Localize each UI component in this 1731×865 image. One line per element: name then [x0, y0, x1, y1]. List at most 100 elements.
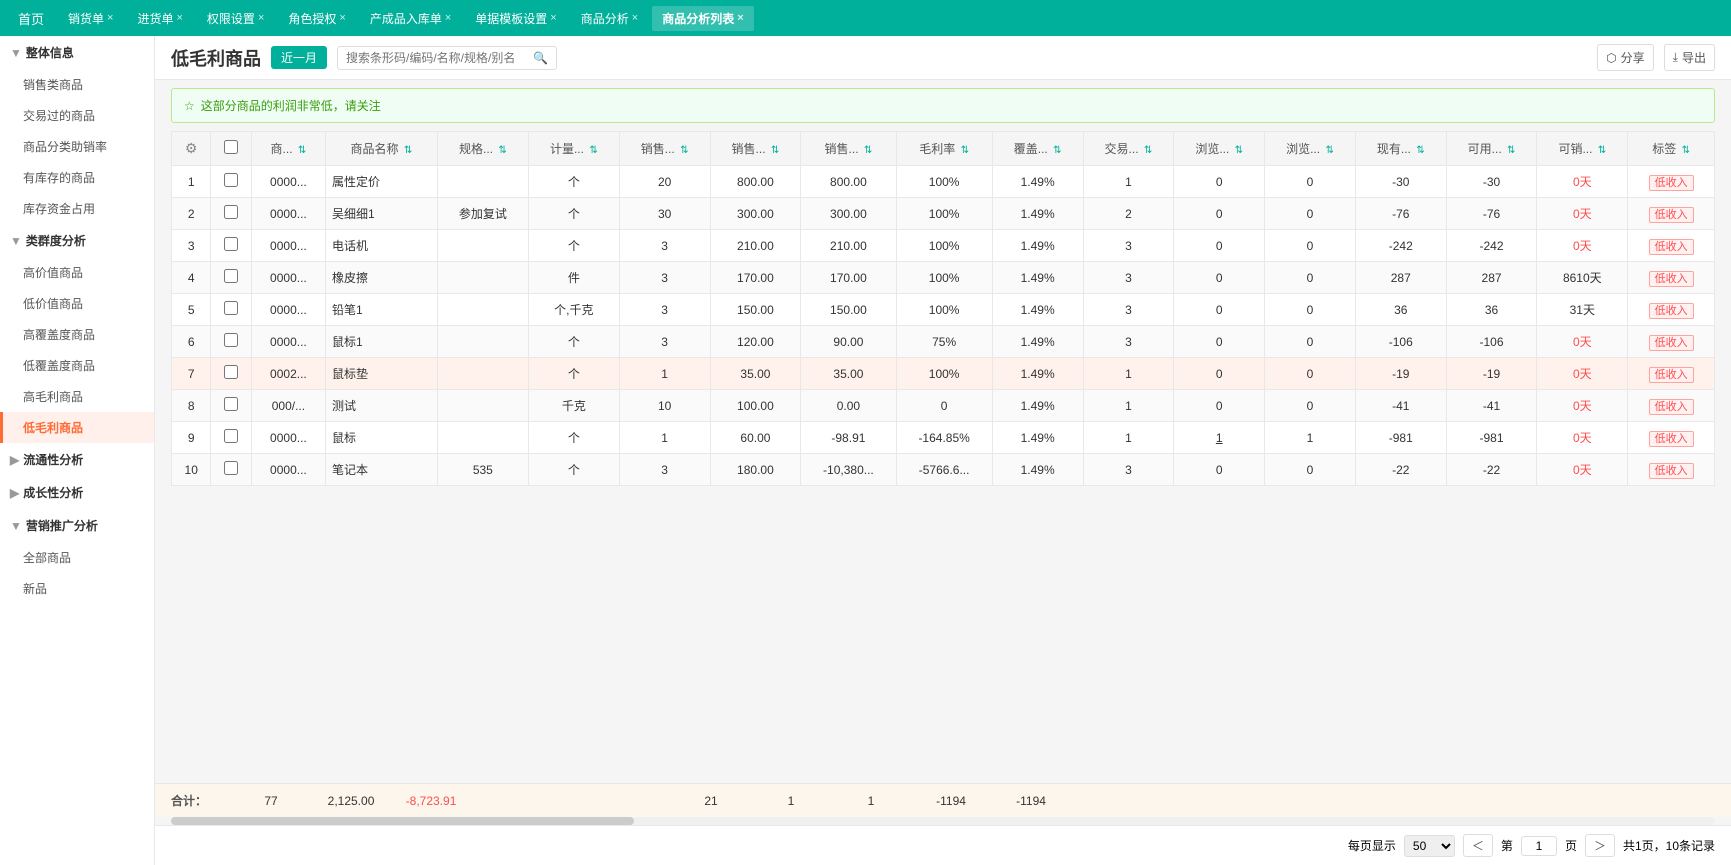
row-name: 电话机	[326, 230, 438, 262]
sidebar-item-high-margin[interactable]: 高毛利商品	[0, 381, 154, 412]
row-checkbox-cell[interactable]	[211, 358, 251, 390]
nav-purchase[interactable]: 进货单 ×	[127, 6, 192, 31]
row-checkbox-cell[interactable]	[211, 262, 251, 294]
row-checkbox-cell[interactable]	[211, 294, 251, 326]
row-checkbox[interactable]	[224, 365, 238, 379]
sidebar-item-stock-capital[interactable]: 库存资金占用	[0, 193, 154, 224]
col-sales-amount[interactable]: 销售... ⇅	[801, 132, 896, 166]
row-checkbox-cell[interactable]	[211, 198, 251, 230]
col-gross-rate[interactable]: 毛利率 ⇅	[896, 132, 992, 166]
sidebar-item-sales-goods[interactable]: 销售类商品	[0, 69, 154, 100]
col-sellable[interactable]: 可销... ⇅	[1537, 132, 1628, 166]
row-sales-price: 35.00	[710, 358, 801, 390]
search-icon[interactable]: 🔍	[533, 51, 548, 65]
sidebar-item-high-coverage[interactable]: 高覆盖度商品	[0, 319, 154, 350]
row-gross-rate: -164.85%	[896, 422, 992, 454]
row-checkbox[interactable]	[224, 269, 238, 283]
sidebar-item-low-margin[interactable]: 低毛利商品	[0, 412, 154, 443]
row-checkbox[interactable]	[224, 333, 238, 347]
row-checkbox[interactable]	[224, 429, 238, 443]
nav-close-templates[interactable]: ×	[550, 12, 556, 24]
sidebar-section-marketing[interactable]: ▼ 营销推广分析	[0, 509, 154, 542]
nav-analysis-list[interactable]: 商品分析列表 ×	[652, 6, 753, 31]
sidebar-item-stock-goods[interactable]: 有库存的商品	[0, 162, 154, 193]
row-sales-price: 120.00	[710, 326, 801, 358]
sidebar-section-overall[interactable]: ▼ 整体信息	[0, 36, 154, 69]
row-checkbox-cell[interactable]	[211, 230, 251, 262]
col-spec[interactable]: 规格... ⇅	[437, 132, 528, 166]
nav-templates[interactable]: 单据模板设置 ×	[465, 6, 566, 31]
col-browse2[interactable]: 浏览... ⇅	[1265, 132, 1356, 166]
nav-roles[interactable]: 角色授权 ×	[278, 6, 355, 31]
row-checkbox[interactable]	[224, 397, 238, 411]
row-checkbox[interactable]	[224, 461, 238, 475]
row-unit: 个	[528, 358, 619, 390]
row-checkbox-cell[interactable]	[211, 422, 251, 454]
nav-home[interactable]: 首页	[8, 5, 54, 32]
sidebar-section-growth[interactable]: ▶ 成长性分析	[0, 476, 154, 509]
row-checkbox-cell[interactable]	[211, 326, 251, 358]
nav-analysis[interactable]: 商品分析 ×	[571, 6, 648, 31]
row-checkbox-cell[interactable]	[211, 390, 251, 422]
nav-close-analysis[interactable]: ×	[632, 12, 638, 24]
per-page-select[interactable]: 50 100 200	[1404, 835, 1455, 857]
col-settings[interactable]: ⚙	[172, 132, 211, 166]
col-browse1[interactable]: 浏览... ⇅	[1174, 132, 1265, 166]
nav-products[interactable]: 产成品入库单 ×	[360, 6, 461, 31]
row-current: -981	[1355, 422, 1446, 454]
settings-icon[interactable]: ⚙	[185, 140, 198, 156]
row-checkbox[interactable]	[224, 205, 238, 219]
sidebar-item-low-coverage[interactable]: 低覆盖度商品	[0, 350, 154, 381]
nav-close-analysis-list[interactable]: ×	[737, 12, 743, 24]
nav-close-sales[interactable]: ×	[107, 12, 113, 24]
sidebar-item-traded-goods[interactable]: 交易过的商品	[0, 100, 154, 131]
prev-page-button[interactable]: ＜	[1463, 834, 1493, 857]
sidebar-section-cluster[interactable]: ▼ 类群度分析	[0, 224, 154, 257]
nav-sales[interactable]: 销货单 ×	[58, 6, 123, 31]
col-code[interactable]: 商... ⇅	[251, 132, 325, 166]
search-input[interactable]	[346, 51, 528, 65]
horizontal-scrollbar[interactable]	[171, 817, 1715, 825]
col-available[interactable]: 可用... ⇅	[1446, 132, 1537, 166]
col-checkbox[interactable]	[211, 132, 251, 166]
nav-close-permissions[interactable]: ×	[258, 12, 264, 24]
sidebar-item-low-value[interactable]: 低价值商品	[0, 288, 154, 319]
row-available: -106	[1446, 326, 1537, 358]
footer-trade: 21	[671, 794, 751, 808]
row-spec	[437, 262, 528, 294]
row-browse1[interactable]: 1	[1174, 422, 1265, 454]
col-name[interactable]: 商品名称 ⇅	[326, 132, 438, 166]
sidebar-section-flow[interactable]: ▶ 流通性分析	[0, 443, 154, 476]
col-cover-rate[interactable]: 覆盖... ⇅	[992, 132, 1083, 166]
sidebar-item-category-rate[interactable]: 商品分类助销率	[0, 131, 154, 162]
col-sales-price[interactable]: 销售... ⇅	[710, 132, 801, 166]
scroll-thumb[interactable]	[171, 817, 634, 825]
col-unit[interactable]: 计量... ⇅	[528, 132, 619, 166]
nav-close-products[interactable]: ×	[445, 12, 451, 24]
footer-cells: 77 2,125.00 -8,723.91 21 1 1 -1194 -1194	[231, 794, 1071, 808]
sidebar-item-high-value[interactable]: 高价值商品	[0, 257, 154, 288]
row-name: 鼠标1	[326, 326, 438, 358]
row-available: 287	[1446, 262, 1537, 294]
col-trade[interactable]: 交易... ⇅	[1083, 132, 1174, 166]
next-page-button[interactable]: ＞	[1585, 834, 1615, 857]
row-checkbox[interactable]	[224, 173, 238, 187]
nav-close-roles[interactable]: ×	[339, 12, 345, 24]
export-button[interactable]: ⤓ 导出	[1664, 44, 1715, 71]
browse1-link[interactable]: 1	[1216, 431, 1223, 445]
select-all-checkbox[interactable]	[224, 140, 238, 154]
nav-permissions[interactable]: 权限设置 ×	[197, 6, 274, 31]
page-input[interactable]	[1521, 836, 1557, 856]
share-button[interactable]: ⬡ 分享	[1597, 44, 1654, 71]
nav-close-purchase[interactable]: ×	[176, 12, 182, 24]
col-current[interactable]: 现有... ⇅	[1355, 132, 1446, 166]
period-button[interactable]: 近一月	[271, 46, 327, 69]
row-checkbox-cell[interactable]	[211, 166, 251, 198]
row-checkbox[interactable]	[224, 301, 238, 315]
col-sales-qty[interactable]: 销售... ⇅	[619, 132, 710, 166]
sidebar-item-new-goods[interactable]: 新品	[0, 573, 154, 604]
sidebar-item-all-goods[interactable]: 全部商品	[0, 542, 154, 573]
col-tag[interactable]: 标签 ⇅	[1628, 132, 1715, 166]
row-checkbox-cell[interactable]	[211, 454, 251, 486]
row-checkbox[interactable]	[224, 237, 238, 251]
